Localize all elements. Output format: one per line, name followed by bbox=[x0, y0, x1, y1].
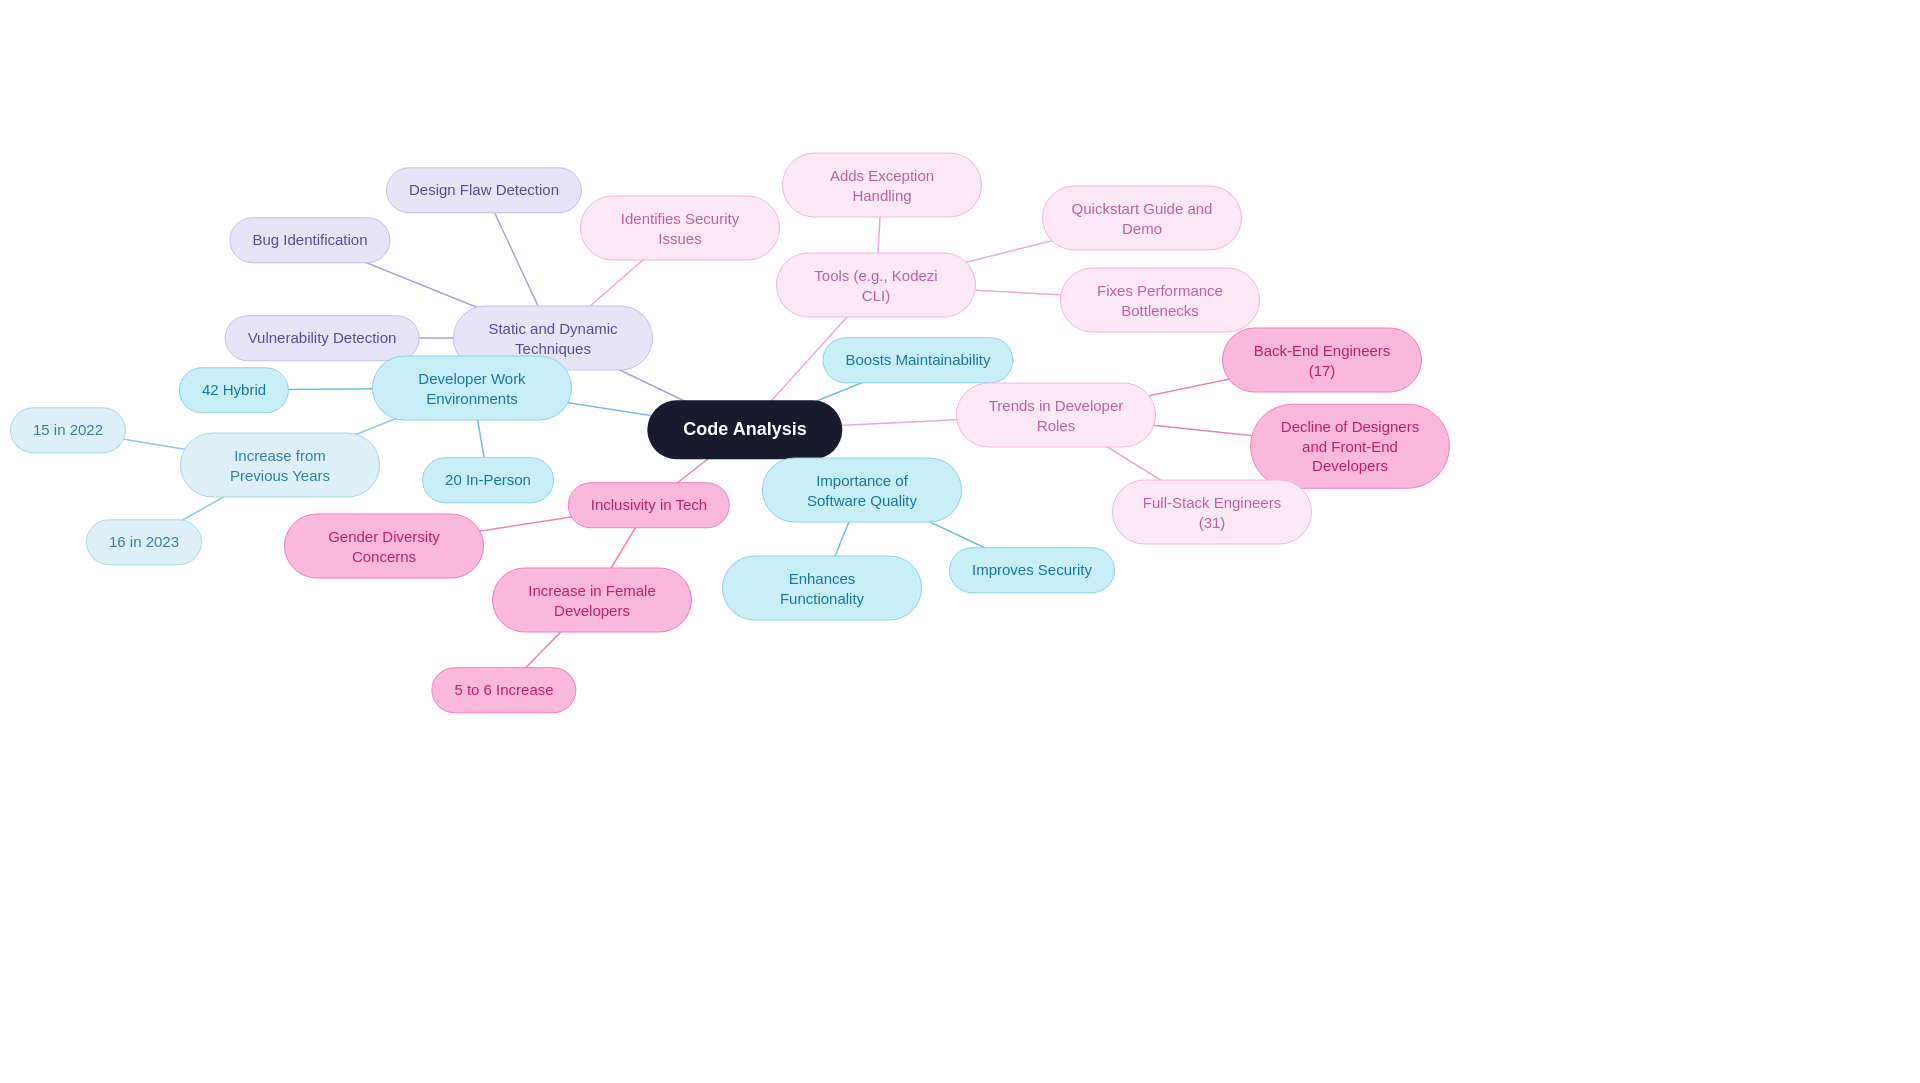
female-dev-node[interactable]: Increase in Female Developers bbox=[492, 568, 692, 633]
gender-div-node[interactable]: Gender Diversity Concerns bbox=[284, 514, 484, 579]
trends-dev-node[interactable]: Trends in Developer Roles bbox=[956, 383, 1156, 448]
bug-id-node[interactable]: Bug Identification bbox=[229, 217, 390, 263]
center-node[interactable]: Code Analysis bbox=[647, 400, 842, 459]
20-inperson-node[interactable]: 20 In-Person bbox=[422, 457, 554, 503]
42-hybrid-node[interactable]: 42 Hybrid bbox=[179, 367, 289, 413]
adds-exception-node[interactable]: Adds Exception Handling bbox=[782, 153, 982, 218]
dev-work-node[interactable]: Developer Work Environments bbox=[372, 356, 572, 421]
16-2023-node[interactable]: 16 in 2023 bbox=[86, 519, 202, 565]
fullstack-eng-node[interactable]: Full-Stack Engineers (31) bbox=[1112, 480, 1312, 545]
vuln-detect-node[interactable]: Vulnerability Detection bbox=[225, 315, 420, 361]
inclusivity-node[interactable]: Inclusivity in Tech bbox=[568, 482, 730, 528]
backend-eng-node[interactable]: Back-End Engineers (17) bbox=[1222, 328, 1422, 393]
15-2022-node[interactable]: 15 in 2022 bbox=[10, 407, 126, 453]
importance-sq-node[interactable]: Importance of Software Quality bbox=[762, 458, 962, 523]
tools-node[interactable]: Tools (e.g., Kodezi CLI) bbox=[776, 253, 976, 318]
design-flaw-node[interactable]: Design Flaw Detection bbox=[386, 167, 582, 213]
increase-prev-node[interactable]: Increase from Previous Years bbox=[180, 433, 380, 498]
boosts-main-node[interactable]: Boosts Maintainability bbox=[822, 337, 1013, 383]
enhances-func-node[interactable]: Enhances Functionality bbox=[722, 556, 922, 621]
fixes-perf-node[interactable]: Fixes Performance Bottlenecks bbox=[1060, 268, 1260, 333]
5to6-node[interactable]: 5 to 6 Increase bbox=[431, 667, 576, 713]
identifies-security-node[interactable]: Identifies Security Issues bbox=[580, 196, 780, 261]
mindmap-canvas: Code Analysis Design Flaw DetectionBug Id… bbox=[0, 0, 1920, 1083]
improves-sec-node[interactable]: Improves Security bbox=[949, 547, 1115, 593]
decline-des-node[interactable]: Decline of Designers and Front-End Devel… bbox=[1250, 404, 1450, 489]
quickstart-node[interactable]: Quickstart Guide and Demo bbox=[1042, 186, 1242, 251]
